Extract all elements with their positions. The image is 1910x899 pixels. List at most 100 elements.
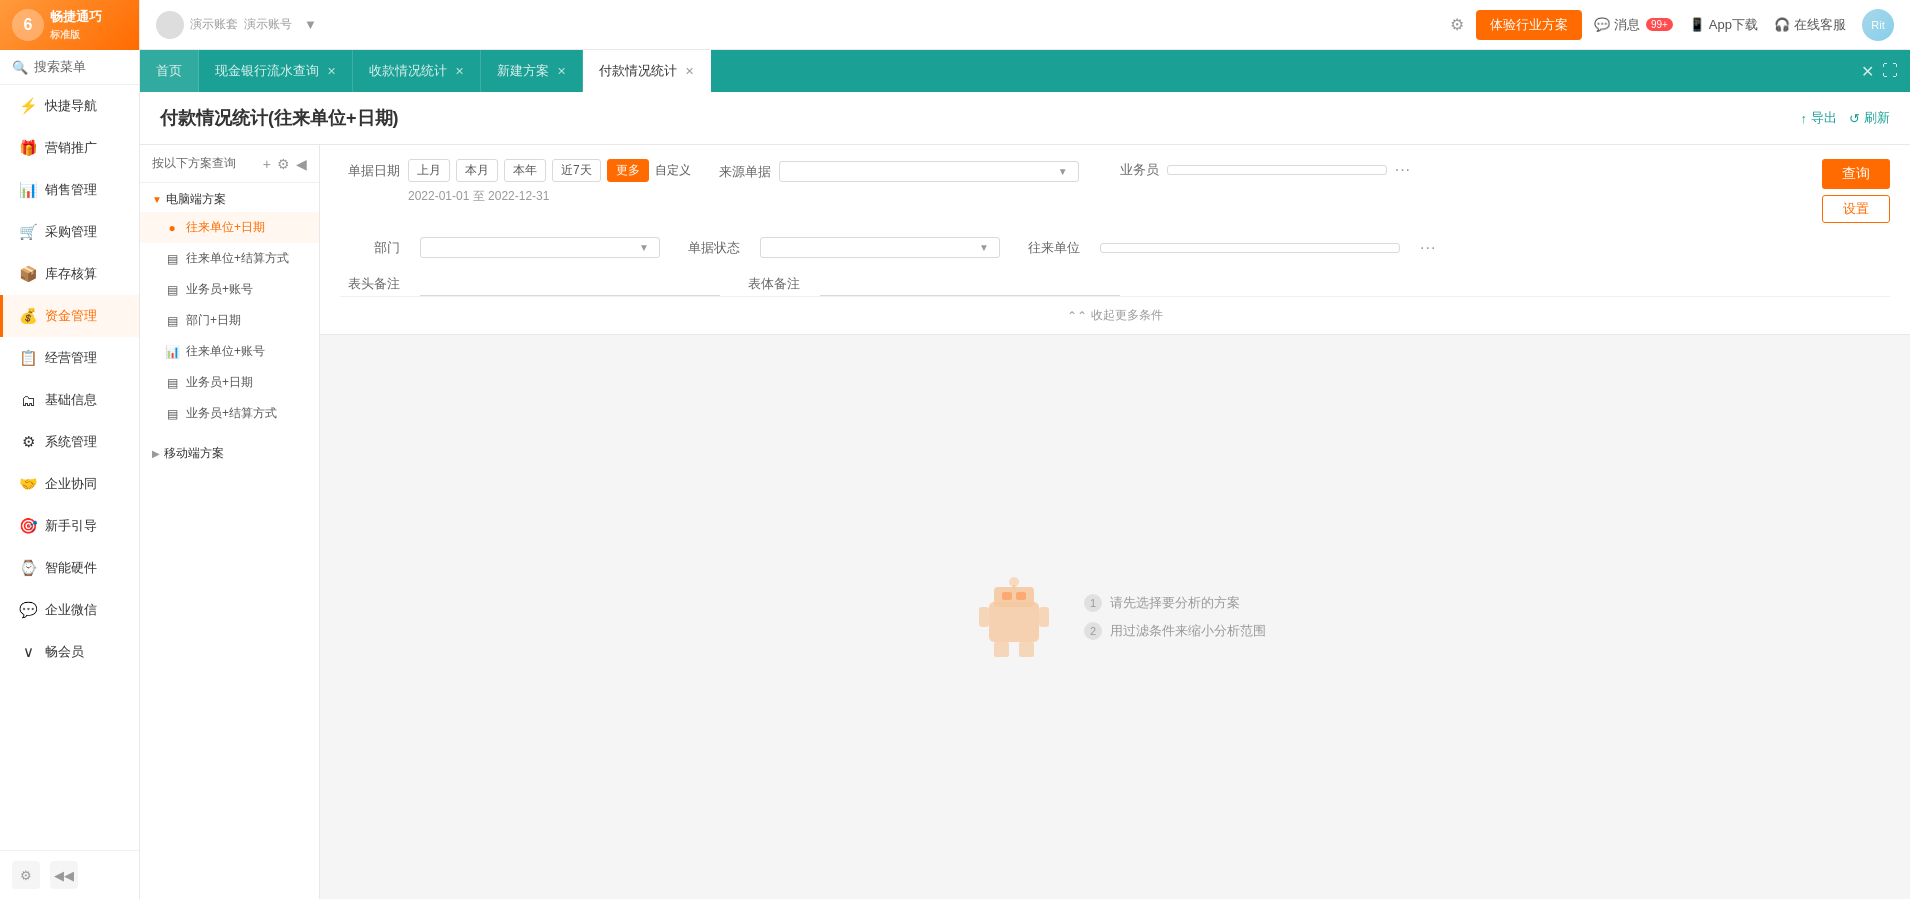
marketing-icon: 🎁 — [19, 139, 37, 157]
header-note-input[interactable] — [420, 272, 720, 296]
scheme-item-unit-date[interactable]: ● 往来单位+日期 — [140, 212, 319, 243]
app-download-btn[interactable]: 📱 App下载 — [1689, 16, 1758, 34]
sidebar-item-label: 畅会员 — [45, 643, 84, 661]
sidebar-collapse-btn[interactable]: ◀◀ — [50, 861, 78, 889]
scheme-item-staff-account[interactable]: ▤ 业务员+账号 — [140, 274, 319, 305]
date-opt-this-month[interactable]: 本月 — [456, 159, 498, 182]
settings-btn[interactable]: 设置 — [1822, 195, 1890, 223]
sidebar-item-label: 采购管理 — [45, 223, 97, 241]
mobile-section-title[interactable]: ▶ 移动端方案 — [140, 437, 319, 466]
scheme-collapse-btn[interactable]: ◀ — [296, 156, 307, 172]
tab-bank-flow[interactable]: 现金银行流水查询 ✕ — [199, 50, 353, 92]
tab-home[interactable]: 首页 — [140, 50, 199, 92]
scheme-item-unit-settle[interactable]: ▤ 往来单位+结算方式 — [140, 243, 319, 274]
scheme-table3-icon: ▤ — [164, 313, 180, 329]
sidebar-item-finance[interactable]: 💰 资金管理 — [0, 295, 139, 337]
step2-circle: 2 — [1084, 622, 1102, 640]
sidebar-item-vip[interactable]: ∨ 畅会员 — [0, 631, 139, 673]
svg-rect-1 — [994, 587, 1034, 607]
staff-select[interactable] — [1167, 165, 1387, 175]
topbar-dropdown-arrow[interactable]: ▼ — [304, 17, 317, 32]
tab-new-scheme[interactable]: 新建方案 ✕ — [481, 50, 583, 92]
trial-btn[interactable]: 体验行业方案 — [1476, 10, 1582, 40]
scheme-item-staff-settle[interactable]: ▤ 业务员+结算方式 — [140, 398, 319, 429]
export-btn[interactable]: ↑ 导出 — [1801, 109, 1838, 127]
sidebar-settings-btn[interactable]: ⚙ — [12, 861, 40, 889]
date-range-display: 2022-01-01 至 2022-12-31 — [408, 189, 549, 203]
query-btn[interactable]: 查询 — [1822, 159, 1890, 189]
tab-payment-stats[interactable]: 付款情况统计 ✕ — [583, 50, 711, 92]
header-note-label: 表头备注 — [340, 275, 400, 293]
counterparty-dots[interactable]: ··· — [1420, 239, 1436, 257]
tab-payment-stats-label: 付款情况统计 — [599, 62, 677, 80]
tab-new-scheme-close[interactable]: ✕ — [557, 65, 566, 78]
user-avatar[interactable]: Rit — [1862, 9, 1894, 41]
scheme-table5-icon: ▤ — [164, 406, 180, 422]
sidebar-item-label: 快捷导航 — [45, 97, 97, 115]
topbar-gear-icon[interactable]: ⚙ — [1450, 15, 1464, 34]
scheme-item-staff-date[interactable]: ▤ 业务员+日期 — [140, 367, 319, 398]
scheme-item-dept-date[interactable]: ▤ 部门+日期 — [140, 305, 319, 336]
collapse-up-icon: ⌃⌃ — [1067, 309, 1087, 323]
sidebar-item-marketing[interactable]: 🎁 营销推广 — [0, 127, 139, 169]
tab-receipt-stats[interactable]: 收款情况统计 ✕ — [353, 50, 481, 92]
sidebar-item-guide[interactable]: 🎯 新手引导 — [0, 505, 139, 547]
sidebar-item-operations[interactable]: 📋 经营管理 — [0, 337, 139, 379]
dept-select[interactable]: ▼ — [420, 237, 660, 258]
basics-icon: 🗂 — [19, 391, 37, 409]
tab-receipt-stats-close[interactable]: ✕ — [455, 65, 464, 78]
mobile-section-arrow: ▶ — [152, 448, 160, 459]
logo-icon: 6 — [12, 9, 44, 41]
sidebar-item-label: 系统管理 — [45, 433, 97, 451]
main-area: 演示账套 演示账号 ▼ ⚙ 体验行业方案 💬 消息 99+ 📱 App下载 🎧 … — [140, 0, 1910, 899]
refresh-btn[interactable]: ↺ 刷新 — [1849, 109, 1890, 127]
customer-service-btn[interactable]: 🎧 在线客服 — [1774, 16, 1846, 34]
date-opt-custom[interactable]: 自定义 — [655, 162, 691, 179]
staff-dots[interactable]: ··· — [1395, 161, 1411, 179]
sidebar-item-system[interactable]: ⚙ 系统管理 — [0, 421, 139, 463]
sidebar-item-label: 经营管理 — [45, 349, 97, 367]
date-opt-last-month[interactable]: 上月 — [408, 159, 450, 182]
notification-btn[interactable]: 💬 消息 99+ — [1594, 16, 1673, 34]
sidebar-item-enterprise[interactable]: 🤝 企业协同 — [0, 463, 139, 505]
scheme-settings-icon[interactable]: ⚙ — [277, 156, 290, 172]
body-note-input[interactable] — [820, 272, 1120, 296]
scheme-table4-icon: ▤ — [164, 375, 180, 391]
page-actions: ↑ 导出 ↺ 刷新 — [1801, 109, 1891, 127]
source-doc-select[interactable]: ▼ — [779, 161, 1079, 182]
sidebar-item-basics[interactable]: 🗂 基础信息 — [0, 379, 139, 421]
desktop-section-title[interactable]: ▼ 电脑端方案 — [140, 183, 319, 212]
tabbar: 首页 现金银行流水查询 ✕ 收款情况统计 ✕ 新建方案 ✕ 付款情况统计 ✕ ✕… — [140, 50, 1910, 92]
collapse-more-btn[interactable]: ⌃⌃ 收起更多条件 — [340, 296, 1890, 334]
export-icon: ↑ — [1801, 111, 1808, 126]
scheme-panel-title: 按以下方案查询 — [152, 155, 257, 172]
sidebar-item-quick-nav[interactable]: ⚡ 快捷导航 — [0, 85, 139, 127]
sidebar-item-hardware[interactable]: ⌚ 智能硬件 — [0, 547, 139, 589]
tab-payment-stats-close[interactable]: ✕ — [685, 65, 694, 78]
svg-rect-6 — [994, 642, 1009, 657]
window-close-btn[interactable]: ✕ — [1861, 62, 1874, 81]
tab-bank-flow-close[interactable]: ✕ — [327, 65, 336, 78]
date-opt-last7[interactable]: 近7天 — [552, 159, 601, 182]
date-filter: 单据日期 上月 本月 本年 近7天 更多 自定义 — [340, 159, 691, 205]
sidebar-item-label: 智能硬件 — [45, 559, 97, 577]
guide-icon: 🎯 — [19, 517, 37, 535]
scheme-add-btn[interactable]: + — [263, 156, 271, 172]
app-logo: 6 畅捷通巧 标准版 — [0, 0, 139, 50]
tab-bank-flow-label: 现金银行流水查询 — [215, 62, 319, 80]
sales-icon: 📊 — [19, 181, 37, 199]
body-note-label: 表体备注 — [740, 275, 800, 293]
counterparty-select[interactable] — [1100, 243, 1400, 253]
notification-badge: 99+ — [1646, 18, 1673, 31]
sidebar-item-inventory[interactable]: 📦 库存核算 — [0, 253, 139, 295]
doc-status-select[interactable]: ▼ — [760, 237, 1000, 258]
empty-state-text: 1 请先选择要分析的方案 2 用过滤条件来缩小分析范围 — [1084, 594, 1266, 640]
date-opt-this-year[interactable]: 本年 — [504, 159, 546, 182]
search-menu[interactable]: 🔍 搜索菜单 — [0, 50, 139, 85]
sidebar-item-sales[interactable]: 📊 销售管理 — [0, 169, 139, 211]
sidebar-item-purchase[interactable]: 🛒 采购管理 — [0, 211, 139, 253]
scheme-item-unit-account[interactable]: 📊 往来单位+账号 — [140, 336, 319, 367]
window-maximize-btn[interactable]: ⛶ — [1882, 62, 1898, 80]
sidebar-item-wechat[interactable]: 💬 企业微信 — [0, 589, 139, 631]
date-opt-more[interactable]: 更多 — [607, 159, 649, 182]
